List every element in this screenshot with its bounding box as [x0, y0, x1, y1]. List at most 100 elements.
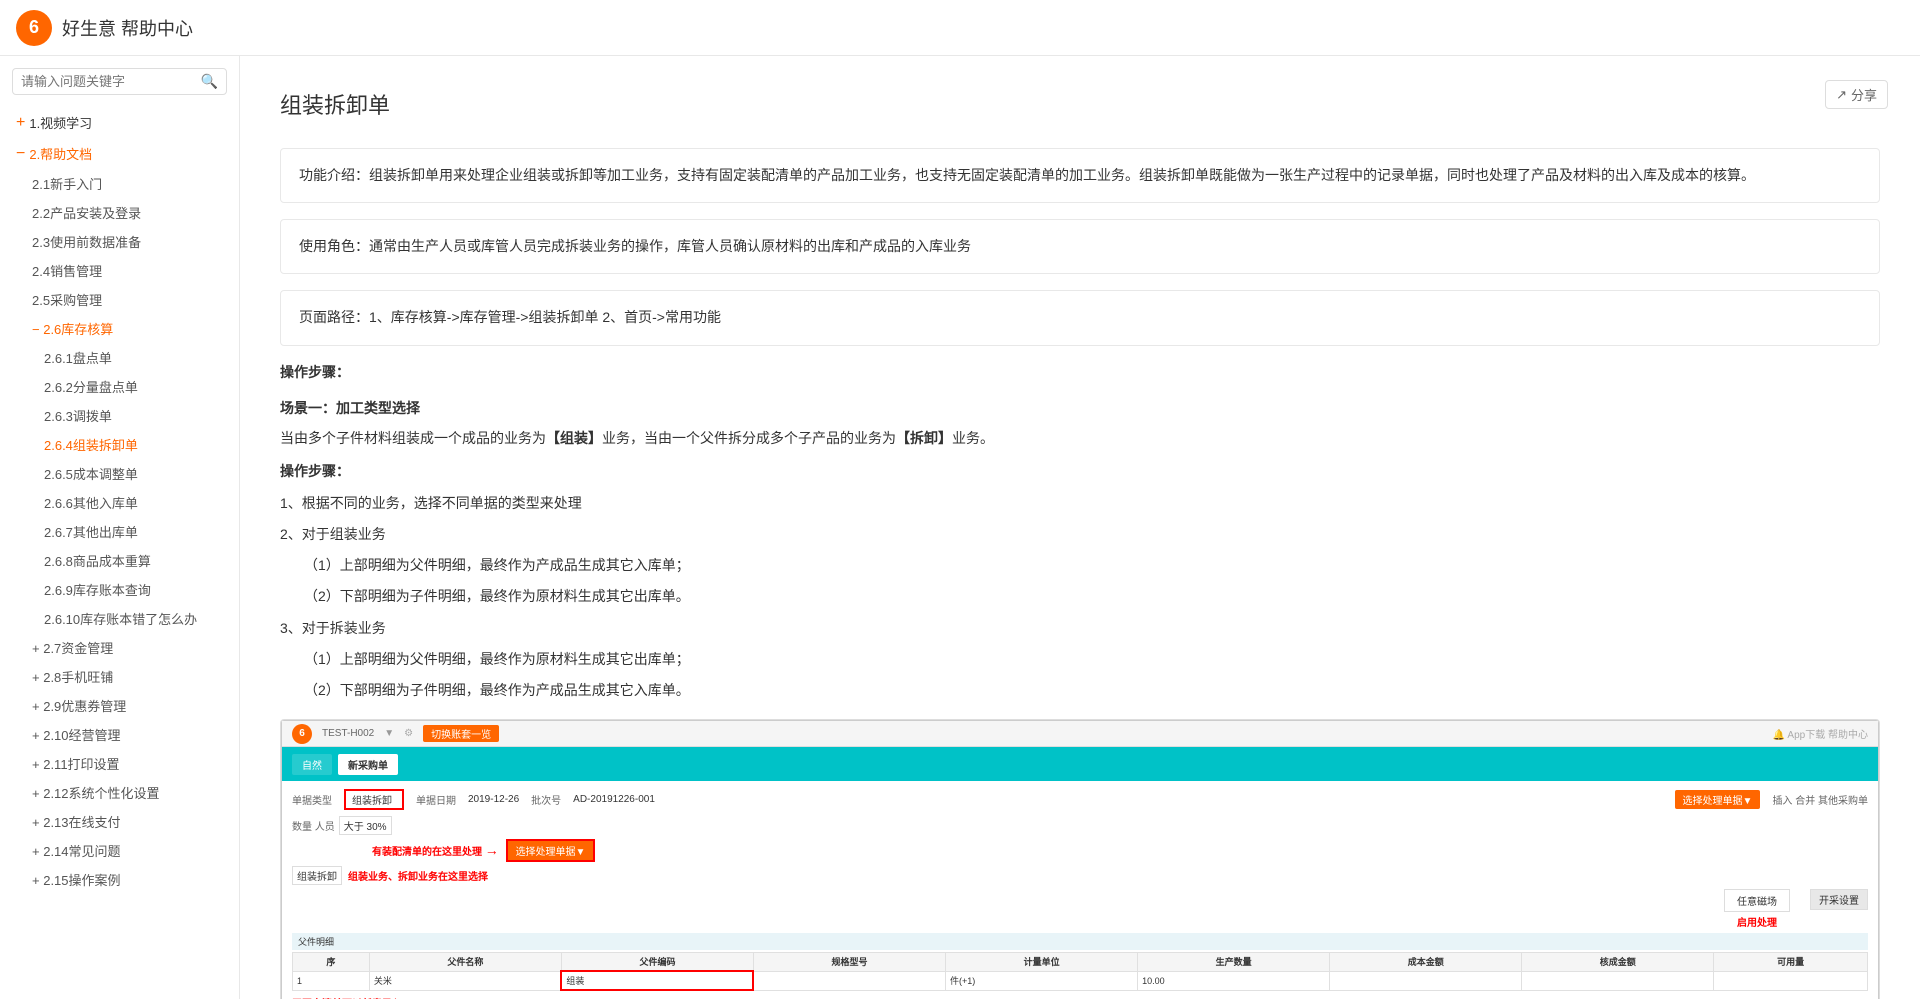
search-input[interactable]	[21, 74, 201, 89]
step-1: 1、根据不同的业务，选择不同单据的类型来处理	[280, 491, 1880, 516]
sidebar-item-other-out[interactable]: 2.6.7其他出库单	[0, 517, 239, 546]
sidebar-item-install[interactable]: 2.2产品安装及登录	[0, 198, 239, 227]
ss-more-actions: 插入 合并 其他采购单	[1772, 792, 1868, 807]
step-2-1: （1）上部明细为父件明细，最终作为产成品生成其它入库单；	[280, 553, 1880, 578]
ss-th-6: 生产数量	[1138, 953, 1330, 972]
page-title: 组装拆卸单	[280, 88, 1880, 120]
sidebar-item-cases[interactable]: + 2.15操作案例	[0, 865, 239, 894]
ss-input-type: 组装拆卸	[344, 789, 404, 810]
sidebar-item-inventory[interactable]: − 2.6库存核算	[0, 314, 239, 343]
ss-td	[1714, 971, 1868, 990]
ss-label-type: 单据类型	[292, 792, 332, 807]
sidebar-item-cash[interactable]: + 2.7资金管理	[0, 633, 239, 662]
ss-th-2: 父件名称	[369, 953, 561, 972]
ss-tab-purchase: 新采购单	[338, 754, 398, 775]
sidebar-item-data-prep[interactable]: 2.3使用前数据准备	[0, 227, 239, 256]
sidebar-item-custom[interactable]: + 2.12系统个性化设置	[0, 778, 239, 807]
sidebar: 🔍 + 1.视频学习 − 2.帮助文档 2.1新手入门 2.2产品安装及登录 2…	[0, 56, 240, 999]
ss-settings-icon: ⚙	[404, 728, 413, 739]
ss-annotation-3: 启用处理	[1724, 914, 1790, 929]
sidebar-item-faq[interactable]: + 2.14常见问题	[0, 836, 239, 865]
ss-batch-value: AD-20191226-001	[573, 794, 655, 805]
ss-label-batch: 批次号	[531, 792, 561, 807]
sidebar-item-stock-check[interactable]: 2.6.9库存账本查询	[0, 575, 239, 604]
sidebar-item-split-take[interactable]: 2.6.2分量盘点单	[0, 372, 239, 401]
ss-td-highlight: 组装	[561, 971, 753, 990]
ss-company: TEST-H002	[322, 728, 374, 739]
sidebar-item-coupon[interactable]: + 2.9优惠券管理	[0, 691, 239, 720]
ss-label-date: 单据日期	[416, 792, 456, 807]
sidebar-item-sales[interactable]: 2.4销售管理	[0, 256, 239, 285]
fake-screenshot: 6 TEST-H002 ▼ ⚙ 切换账套一览 🔔 App下载 帮助中心 自然 新…	[281, 720, 1879, 999]
sidebar-item-video[interactable]: + 1.视频学习	[0, 107, 239, 138]
ss-type-select: 组装拆卸	[292, 866, 342, 885]
ss-annotation-2: 组装业务、拆卸业务在这里选择	[348, 868, 488, 883]
sidebar-item-adjust[interactable]: 2.6.3调拨单	[0, 401, 239, 430]
screenshot-wrapper: 6 TEST-H002 ▼ ⚙ 切换账套一览 🔔 App下载 帮助中心 自然 新…	[281, 720, 1879, 999]
sidebar-item-assemble[interactable]: 2.6.4组装拆卸单	[0, 430, 239, 459]
main-layout: 🔍 + 1.视频学习 − 2.帮助文档 2.1新手入门 2.2产品安装及登录 2…	[0, 56, 1920, 999]
step-3-1: （1）上部明细为父件明细，最终作为原材料生成其它出库单；	[280, 647, 1880, 672]
ss-th-1: 序	[293, 953, 370, 972]
step-2-2: （2）下部明细为子件明细，最终作为原材料生成其它出库单。	[280, 584, 1880, 609]
sidebar-item-new-user[interactable]: 2.1新手入门	[0, 169, 239, 198]
sidebar-item-ops[interactable]: + 2.10经营管理	[0, 720, 239, 749]
ss-annotation-4: 无固定清单可以任意录入	[292, 995, 1868, 999]
content-area: ↗ 分享 组装拆卸单 功能介绍：组装拆卸单用来处理企业组装或拆卸等加工业务，支持…	[240, 56, 1920, 999]
logo-text: 好生意 帮助中心	[62, 15, 193, 41]
ss-annotation-1: 有装配清单的在这里处理	[372, 843, 482, 858]
ss-confirm-btn: 开采设置	[1810, 889, 1868, 910]
ss-th-7: 成本金额	[1330, 953, 1522, 972]
ss-td	[1522, 971, 1714, 990]
sidebar-item-stocktake[interactable]: 2.6.1盘点单	[0, 343, 239, 372]
step-2: 2、对于组装业务	[280, 522, 1880, 547]
ss-process-btn: 选择处理单据▼	[1675, 790, 1761, 809]
ss-td: 1	[293, 971, 370, 990]
sidebar-item-print[interactable]: + 2.11打印设置	[0, 749, 239, 778]
ss-th-5: 计量单位	[946, 953, 1138, 972]
share-icon: ↗	[1836, 87, 1847, 103]
sidebar-item-other-in[interactable]: 2.6.6其他入库单	[0, 488, 239, 517]
ss-td: 关米	[369, 971, 561, 990]
steps-heading: 操作步骤：	[280, 362, 1880, 382]
sidebar-item-docs[interactable]: − 2.帮助文档	[0, 138, 239, 169]
usage-role-block: 使用角色：通常由生产人员或库管人员完成拆装业务的操作，库管人员确认原材料的出库和…	[280, 219, 1880, 274]
ss-td: 10.00	[1138, 971, 1330, 990]
sidebar-item-goods-cost[interactable]: 2.6.8商品成本重算	[0, 546, 239, 575]
ss-td	[753, 971, 945, 990]
logo-icon: 6	[16, 10, 52, 46]
scenario-title: 场景一：加工类型选择	[280, 398, 1880, 418]
header: 6 好生意 帮助中心	[0, 0, 1920, 56]
minus-icon: −	[16, 145, 25, 163]
search-box[interactable]: 🔍	[12, 68, 227, 95]
search-icon[interactable]: 🔍	[201, 73, 218, 90]
sidebar-item-stock-err[interactable]: 2.6.10库存账本错了怎么办	[0, 604, 239, 633]
step-3: 3、对于拆装业务	[280, 616, 1880, 641]
sidebar-item-mobile[interactable]: + 2.8手机旺铺	[0, 662, 239, 691]
sidebar-item-purchase[interactable]: 2.5采购管理	[0, 285, 239, 314]
ss-enable-input: 任意磁场	[1724, 889, 1790, 912]
share-button[interactable]: ↗ 分享	[1825, 80, 1888, 109]
ss-label-subtype: 数量 人员	[292, 818, 335, 833]
ss-th-4: 规格型号	[753, 953, 945, 972]
ss-parent-section-header: 父件明细	[292, 933, 1868, 950]
steps-section: 操作步骤： 场景一：加工类型选择 当由多个子件材料组装成一个成品的业务为【组装】…	[280, 362, 1880, 704]
screenshot-container: 6 TEST-H002 ▼ ⚙ 切换账套一览 🔔 App下载 帮助中心 自然 新…	[280, 719, 1880, 999]
scenario-desc: 当由多个子件材料组装成一个成品的业务为【组装】业务，当由一个父件拆分成多个子产品…	[280, 426, 1880, 451]
function-intro-block: 功能介绍：组装拆卸单用来处理企业组装或拆卸等加工业务，支持有固定装配清单的产品加…	[280, 148, 1880, 203]
ss-logo: 6	[292, 724, 312, 744]
ss-tab-natural: 自然	[292, 754, 332, 775]
ss-th-3: 父件编码	[561, 953, 753, 972]
ss-dropdown-icon: ▼	[384, 728, 394, 739]
sidebar-item-online-pay[interactable]: + 2.13在线支付	[0, 807, 239, 836]
sidebar-item-cost-adjust[interactable]: 2.6.5成本调整单	[0, 459, 239, 488]
ss-th-9: 可用量	[1714, 953, 1868, 972]
ss-qty-input: 大于 30%	[339, 816, 392, 835]
ss-notif: 🔔 App下载 帮助中心	[1773, 726, 1868, 741]
sub-steps-heading: 操作步骤：	[280, 461, 1880, 481]
ss-td: 件(+1)	[946, 971, 1138, 990]
ss-switch-btn: 切换账套一览	[423, 725, 499, 742]
ss-select-type-btn: 选择处理单据▼	[506, 839, 596, 862]
ss-th-8: 核成金额	[1522, 953, 1714, 972]
plus-icon: +	[16, 114, 25, 132]
